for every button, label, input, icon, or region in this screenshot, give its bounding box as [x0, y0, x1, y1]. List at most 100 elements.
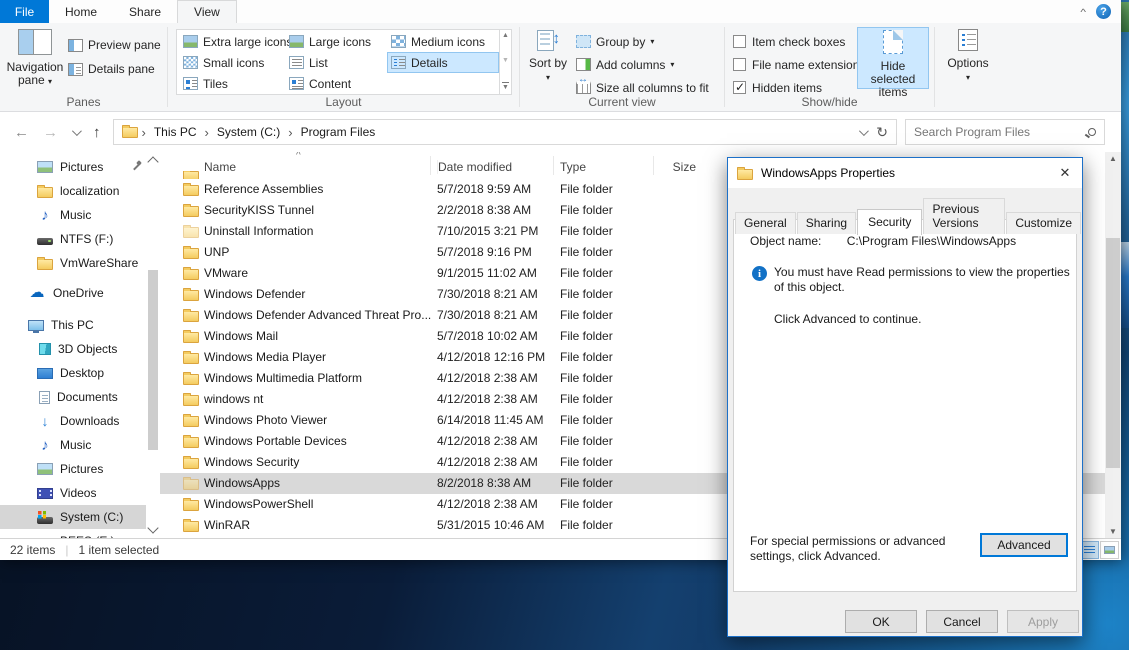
recent-locations-chevron-icon[interactable]: [72, 126, 82, 136]
breadcrumb-item-system-c[interactable]: System (C:): [211, 125, 286, 139]
sidebar-item-pictures[interactable]: Pictures: [0, 457, 146, 481]
sort-by-button[interactable]: Sort by ▾: [528, 27, 568, 84]
ribbon-tab-share[interactable]: Share: [113, 0, 177, 23]
folder-icon: [737, 169, 753, 180]
column-header-date-modified[interactable]: Date modified: [437, 160, 512, 174]
sidebar-scroll-thumb[interactable]: [148, 270, 158, 450]
ribbon-tab-home[interactable]: Home: [49, 0, 113, 23]
column-header-type[interactable]: Type: [560, 160, 586, 174]
sidebar-item-pictures[interactable]: Pictures: [0, 155, 146, 179]
details-pane-button[interactable]: Details pane: [68, 57, 161, 81]
file-type: File folder: [560, 476, 613, 490]
address-dropdown-chevron-icon[interactable]: [859, 126, 869, 136]
dialog-tab-customize[interactable]: Customize: [1006, 212, 1081, 234]
dialog-tab-previous-versions[interactable]: Previous Versions: [923, 198, 1005, 234]
chevron-down-icon: ▾: [546, 73, 550, 82]
layout-item-details[interactable]: Details: [387, 52, 499, 73]
refresh-icon[interactable]: ↻: [876, 124, 888, 141]
cancel-button[interactable]: Cancel: [926, 610, 998, 633]
folder-icon: [183, 287, 199, 304]
breadcrumb-item-program-files[interactable]: Program Files: [295, 125, 382, 139]
desktop-icon-sliver[interactable]: [1121, 242, 1129, 328]
file-type: File folder: [560, 182, 613, 196]
dialog-tab-sharing[interactable]: Sharing: [797, 212, 856, 234]
dialog-title: WindowsApps Properties: [761, 166, 895, 180]
add-columns-button[interactable]: Add columns▾: [576, 53, 709, 76]
sidebar-item-label: This PC: [51, 318, 94, 332]
advanced-button[interactable]: Advanced: [980, 533, 1068, 557]
sidebar-item-bees-e[interactable]: BEES (E:): [0, 529, 146, 538]
sidebar-item-desktop[interactable]: Desktop: [0, 361, 146, 385]
breadcrumb[interactable]: ›This PC›System (C:)›Program Files ↻: [113, 119, 898, 145]
gallery-more-icon[interactable]: ▼: [502, 82, 509, 92]
file-date-modified: 7/30/2018 8:21 AM: [437, 287, 538, 301]
folder-icon: [183, 392, 199, 409]
large-icons-view-button[interactable]: [1100, 541, 1119, 559]
file-name: Reference Assemblies: [204, 182, 432, 196]
sidebar-item-videos[interactable]: Videos: [0, 481, 146, 505]
collapse-ribbon-icon[interactable]: ^: [1080, 6, 1086, 17]
gallery-scroll-down-icon[interactable]: ▼: [502, 57, 509, 65]
sidebar-item-3d-objects[interactable]: 3D Objects: [0, 337, 146, 361]
sidebar-item-vmwareshare[interactable]: VmWareShare: [0, 251, 146, 275]
file-type: File folder: [560, 350, 613, 364]
sidebar-item-music[interactable]: ♪Music: [0, 433, 146, 457]
sidebar-item-music[interactable]: ♪Music: [0, 203, 146, 227]
sidebar-scroll-down-icon[interactable]: [147, 522, 158, 533]
file-date-modified: 9/1/2015 11:02 AM: [437, 266, 537, 280]
sidebar-item-documents[interactable]: Documents: [0, 385, 146, 409]
layout-item-extra-large-icons[interactable]: Extra large icons: [179, 31, 285, 52]
dialog-tab-security[interactable]: Security: [857, 209, 922, 235]
sidebar-item-localization[interactable]: localization: [0, 179, 146, 203]
sidebar-scrollbar[interactable]: [146, 152, 160, 538]
folder-icon: [183, 371, 199, 388]
file-name-extensions-checkbox[interactable]: File name extensions: [733, 53, 865, 76]
forward-icon[interactable]: →: [43, 124, 58, 141]
column-header-size[interactable]: Size: [660, 160, 696, 174]
sidebar-item-onedrive[interactable]: ☁OneDrive: [0, 281, 146, 305]
hide-selected-items-button[interactable]: Hide selected items: [857, 27, 929, 89]
apply-button[interactable]: Apply: [1007, 610, 1079, 633]
back-icon[interactable]: ←: [14, 124, 29, 141]
sidebar-item-this-pc[interactable]: This PC: [0, 313, 146, 337]
desktop-icon-sliver[interactable]: [1121, 2, 1129, 32]
search-input[interactable]: Search Program Files: [905, 119, 1105, 145]
navigation-pane-button[interactable]: Navigation pane ▾: [5, 27, 65, 88]
breadcrumb-item-this-pc[interactable]: This PC: [148, 125, 203, 139]
dialog-tab-general[interactable]: General: [735, 212, 796, 234]
layout-item-list[interactable]: List: [285, 52, 387, 73]
gallery-scroll-up-icon[interactable]: ▲: [502, 32, 509, 40]
list-scroll-up-icon[interactable]: ▲: [1105, 154, 1121, 163]
file-date-modified: 7/10/2015 3:21 PM: [437, 224, 538, 238]
ribbon-tab-view[interactable]: View: [177, 0, 237, 23]
chevron-down-icon: ▾: [966, 73, 970, 82]
gallery-scrollbar[interactable]: ▲ ▼ ▼: [499, 30, 511, 94]
layout-item-medium-icons[interactable]: Medium icons: [387, 31, 499, 52]
list-scroll-thumb[interactable]: [1106, 238, 1120, 468]
preview-pane-button[interactable]: Preview pane: [68, 33, 161, 57]
item-check-boxes-checkbox[interactable]: Item check boxes: [733, 30, 865, 53]
layout-item-tiles[interactable]: Tiles: [179, 73, 285, 94]
sidebar-item-ntfs-f[interactable]: NTFS (F:): [0, 227, 146, 251]
file-list-scrollbar[interactable]: ▲ ▼: [1105, 152, 1121, 538]
close-icon[interactable]: ✕: [1048, 158, 1082, 187]
ribbon-tab-file[interactable]: File: [0, 0, 49, 23]
up-icon[interactable]: ↑: [93, 124, 101, 141]
ok-button[interactable]: OK: [845, 610, 917, 633]
help-icon[interactable]: ?: [1096, 4, 1111, 19]
item-check-boxes-label: Item check boxes: [752, 35, 845, 49]
sidebar-item-system-c[interactable]: System (C:): [0, 505, 146, 529]
group-by-button[interactable]: Group by▾: [576, 30, 709, 53]
layout-item-content[interactable]: Content: [285, 73, 387, 94]
doc-icon: [39, 391, 50, 404]
layout-item-large-icons[interactable]: Large icons: [285, 31, 387, 52]
sidebar-item-downloads[interactable]: ↓Downloads: [0, 409, 146, 433]
file-type: File folder: [560, 434, 613, 448]
size-all-columns-to-fit-label: Size all columns to fit: [596, 81, 709, 95]
options-button[interactable]: Options▾: [941, 27, 995, 84]
preview-pane-icon: [68, 39, 83, 52]
column-header-name[interactable]: Name: [204, 160, 236, 174]
sidebar-scroll-up-icon[interactable]: [147, 156, 158, 167]
layout-item-small-icons[interactable]: Small icons: [179, 52, 285, 73]
list-scroll-down-icon[interactable]: ▼: [1105, 527, 1121, 536]
